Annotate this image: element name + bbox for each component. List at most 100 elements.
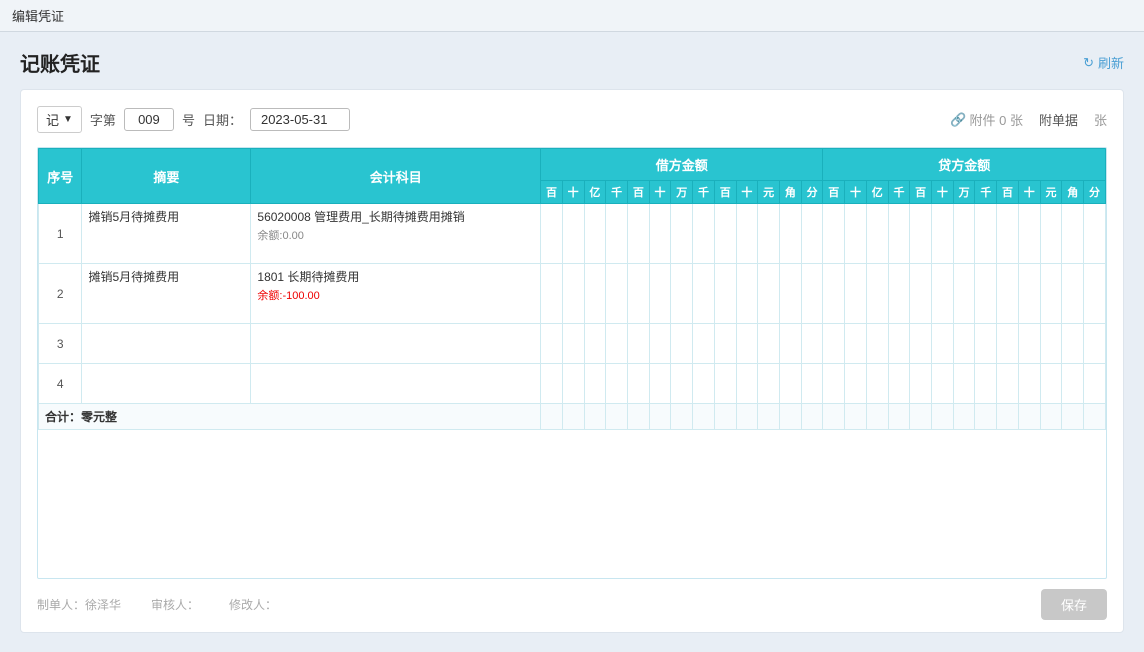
credit-cell-0-11[interactable] bbox=[1062, 204, 1084, 264]
debit-cell-3-5[interactable] bbox=[649, 364, 671, 404]
debit-cell-0-5[interactable] bbox=[649, 204, 671, 264]
debit-cell-0-4[interactable] bbox=[627, 204, 649, 264]
debit-cell-3-1[interactable] bbox=[562, 364, 584, 404]
credit-cell-0-10[interactable] bbox=[1040, 204, 1062, 264]
debit-cell-0-1[interactable] bbox=[562, 204, 584, 264]
debit-cell-1-10[interactable] bbox=[758, 264, 780, 324]
debit-cell-0-0[interactable] bbox=[541, 204, 563, 264]
debit-cell-3-4[interactable] bbox=[627, 364, 649, 404]
refresh-button[interactable]: ↻ 刷新 bbox=[1083, 53, 1124, 72]
attach-single-label[interactable]: 附单据 bbox=[1039, 110, 1078, 129]
debit-cell-3-2[interactable] bbox=[584, 364, 606, 404]
debit-cell-1-0[interactable] bbox=[541, 264, 563, 324]
credit-cell-1-3[interactable] bbox=[888, 264, 910, 324]
attach-link[interactable]: 🔗 附件 0 张 bbox=[950, 110, 1023, 129]
debit-cell-3-0[interactable] bbox=[541, 364, 563, 404]
credit-cell-2-1[interactable] bbox=[845, 324, 867, 364]
credit-cell-3-1[interactable] bbox=[845, 364, 867, 404]
debit-cell-0-6[interactable] bbox=[671, 204, 693, 264]
debit-cell-2-4[interactable] bbox=[627, 324, 649, 364]
debit-cell-2-11[interactable] bbox=[779, 324, 801, 364]
credit-cell-0-9[interactable] bbox=[1018, 204, 1040, 264]
credit-cell-2-4[interactable] bbox=[910, 324, 932, 364]
debit-cell-1-3[interactable] bbox=[606, 264, 628, 324]
save-button[interactable]: 保存 bbox=[1041, 589, 1107, 620]
debit-cell-2-0[interactable] bbox=[541, 324, 563, 364]
credit-cell-0-2[interactable] bbox=[866, 204, 888, 264]
debit-cell-3-8[interactable] bbox=[714, 364, 736, 404]
credit-cell-0-1[interactable] bbox=[845, 204, 867, 264]
summary-cell-1[interactable]: 摊销5月待摊费用 bbox=[82, 264, 251, 324]
credit-cell-1-4[interactable] bbox=[910, 264, 932, 324]
credit-cell-3-0[interactable] bbox=[823, 364, 845, 404]
credit-cell-3-4[interactable] bbox=[910, 364, 932, 404]
credit-cell-1-1[interactable] bbox=[845, 264, 867, 324]
debit-cell-2-6[interactable] bbox=[671, 324, 693, 364]
credit-cell-1-11[interactable] bbox=[1062, 264, 1084, 324]
debit-cell-1-6[interactable] bbox=[671, 264, 693, 324]
credit-cell-0-7[interactable] bbox=[975, 204, 997, 264]
debit-cell-0-2[interactable] bbox=[584, 204, 606, 264]
credit-cell-2-3[interactable] bbox=[888, 324, 910, 364]
debit-cell-1-12[interactable] bbox=[801, 264, 823, 324]
account-cell-2[interactable] bbox=[251, 324, 541, 364]
credit-cell-3-5[interactable] bbox=[932, 364, 954, 404]
debit-cell-2-1[interactable] bbox=[562, 324, 584, 364]
debit-cell-1-7[interactable] bbox=[693, 264, 715, 324]
credit-cell-3-11[interactable] bbox=[1062, 364, 1084, 404]
credit-cell-2-7[interactable] bbox=[975, 324, 997, 364]
debit-cell-2-7[interactable] bbox=[693, 324, 715, 364]
debit-cell-0-9[interactable] bbox=[736, 204, 758, 264]
summary-cell-2[interactable] bbox=[82, 324, 251, 364]
debit-cell-2-5[interactable] bbox=[649, 324, 671, 364]
debit-cell-2-8[interactable] bbox=[714, 324, 736, 364]
credit-cell-1-0[interactable] bbox=[823, 264, 845, 324]
credit-cell-2-12[interactable] bbox=[1084, 324, 1106, 364]
debit-cell-0-12[interactable] bbox=[801, 204, 823, 264]
debit-cell-1-4[interactable] bbox=[627, 264, 649, 324]
summary-cell-0[interactable]: 摊销5月待摊费用 bbox=[82, 204, 251, 264]
credit-cell-2-2[interactable] bbox=[866, 324, 888, 364]
credit-cell-0-0[interactable] bbox=[823, 204, 845, 264]
credit-cell-1-5[interactable] bbox=[932, 264, 954, 324]
debit-cell-1-2[interactable] bbox=[584, 264, 606, 324]
debit-cell-3-9[interactable] bbox=[736, 364, 758, 404]
credit-cell-3-12[interactable] bbox=[1084, 364, 1106, 404]
credit-cell-1-8[interactable] bbox=[997, 264, 1019, 324]
credit-cell-2-6[interactable] bbox=[953, 324, 975, 364]
credit-cell-2-5[interactable] bbox=[932, 324, 954, 364]
credit-cell-1-7[interactable] bbox=[975, 264, 997, 324]
credit-cell-3-10[interactable] bbox=[1040, 364, 1062, 404]
credit-cell-2-10[interactable] bbox=[1040, 324, 1062, 364]
debit-cell-0-11[interactable] bbox=[779, 204, 801, 264]
debit-cell-0-8[interactable] bbox=[714, 204, 736, 264]
debit-cell-3-11[interactable] bbox=[779, 364, 801, 404]
credit-cell-2-9[interactable] bbox=[1018, 324, 1040, 364]
credit-cell-0-8[interactable] bbox=[997, 204, 1019, 264]
debit-cell-3-10[interactable] bbox=[758, 364, 780, 404]
zi-value-field[interactable]: 009 bbox=[124, 108, 174, 131]
debit-cell-1-11[interactable] bbox=[779, 264, 801, 324]
credit-cell-1-9[interactable] bbox=[1018, 264, 1040, 324]
summary-cell-3[interactable] bbox=[82, 364, 251, 404]
credit-cell-0-5[interactable] bbox=[932, 204, 954, 264]
date-field[interactable]: 2023-05-31 bbox=[250, 108, 350, 131]
credit-cell-2-11[interactable] bbox=[1062, 324, 1084, 364]
credit-cell-0-3[interactable] bbox=[888, 204, 910, 264]
debit-cell-2-9[interactable] bbox=[736, 324, 758, 364]
debit-cell-1-5[interactable] bbox=[649, 264, 671, 324]
account-cell-0[interactable]: 56020008 管理费用_长期待摊费用摊销余额:0.00 bbox=[251, 204, 541, 264]
debit-cell-2-3[interactable] bbox=[606, 324, 628, 364]
debit-cell-2-12[interactable] bbox=[801, 324, 823, 364]
credit-cell-3-9[interactable] bbox=[1018, 364, 1040, 404]
credit-cell-3-6[interactable] bbox=[953, 364, 975, 404]
debit-cell-1-1[interactable] bbox=[562, 264, 584, 324]
debit-cell-1-8[interactable] bbox=[714, 264, 736, 324]
credit-cell-0-12[interactable] bbox=[1084, 204, 1106, 264]
credit-cell-1-2[interactable] bbox=[866, 264, 888, 324]
credit-cell-3-3[interactable] bbox=[888, 364, 910, 404]
debit-cell-3-7[interactable] bbox=[693, 364, 715, 404]
credit-cell-3-2[interactable] bbox=[866, 364, 888, 404]
account-cell-1[interactable]: 1801 长期待摊费用余额:-100.00 bbox=[251, 264, 541, 324]
debit-cell-3-3[interactable] bbox=[606, 364, 628, 404]
